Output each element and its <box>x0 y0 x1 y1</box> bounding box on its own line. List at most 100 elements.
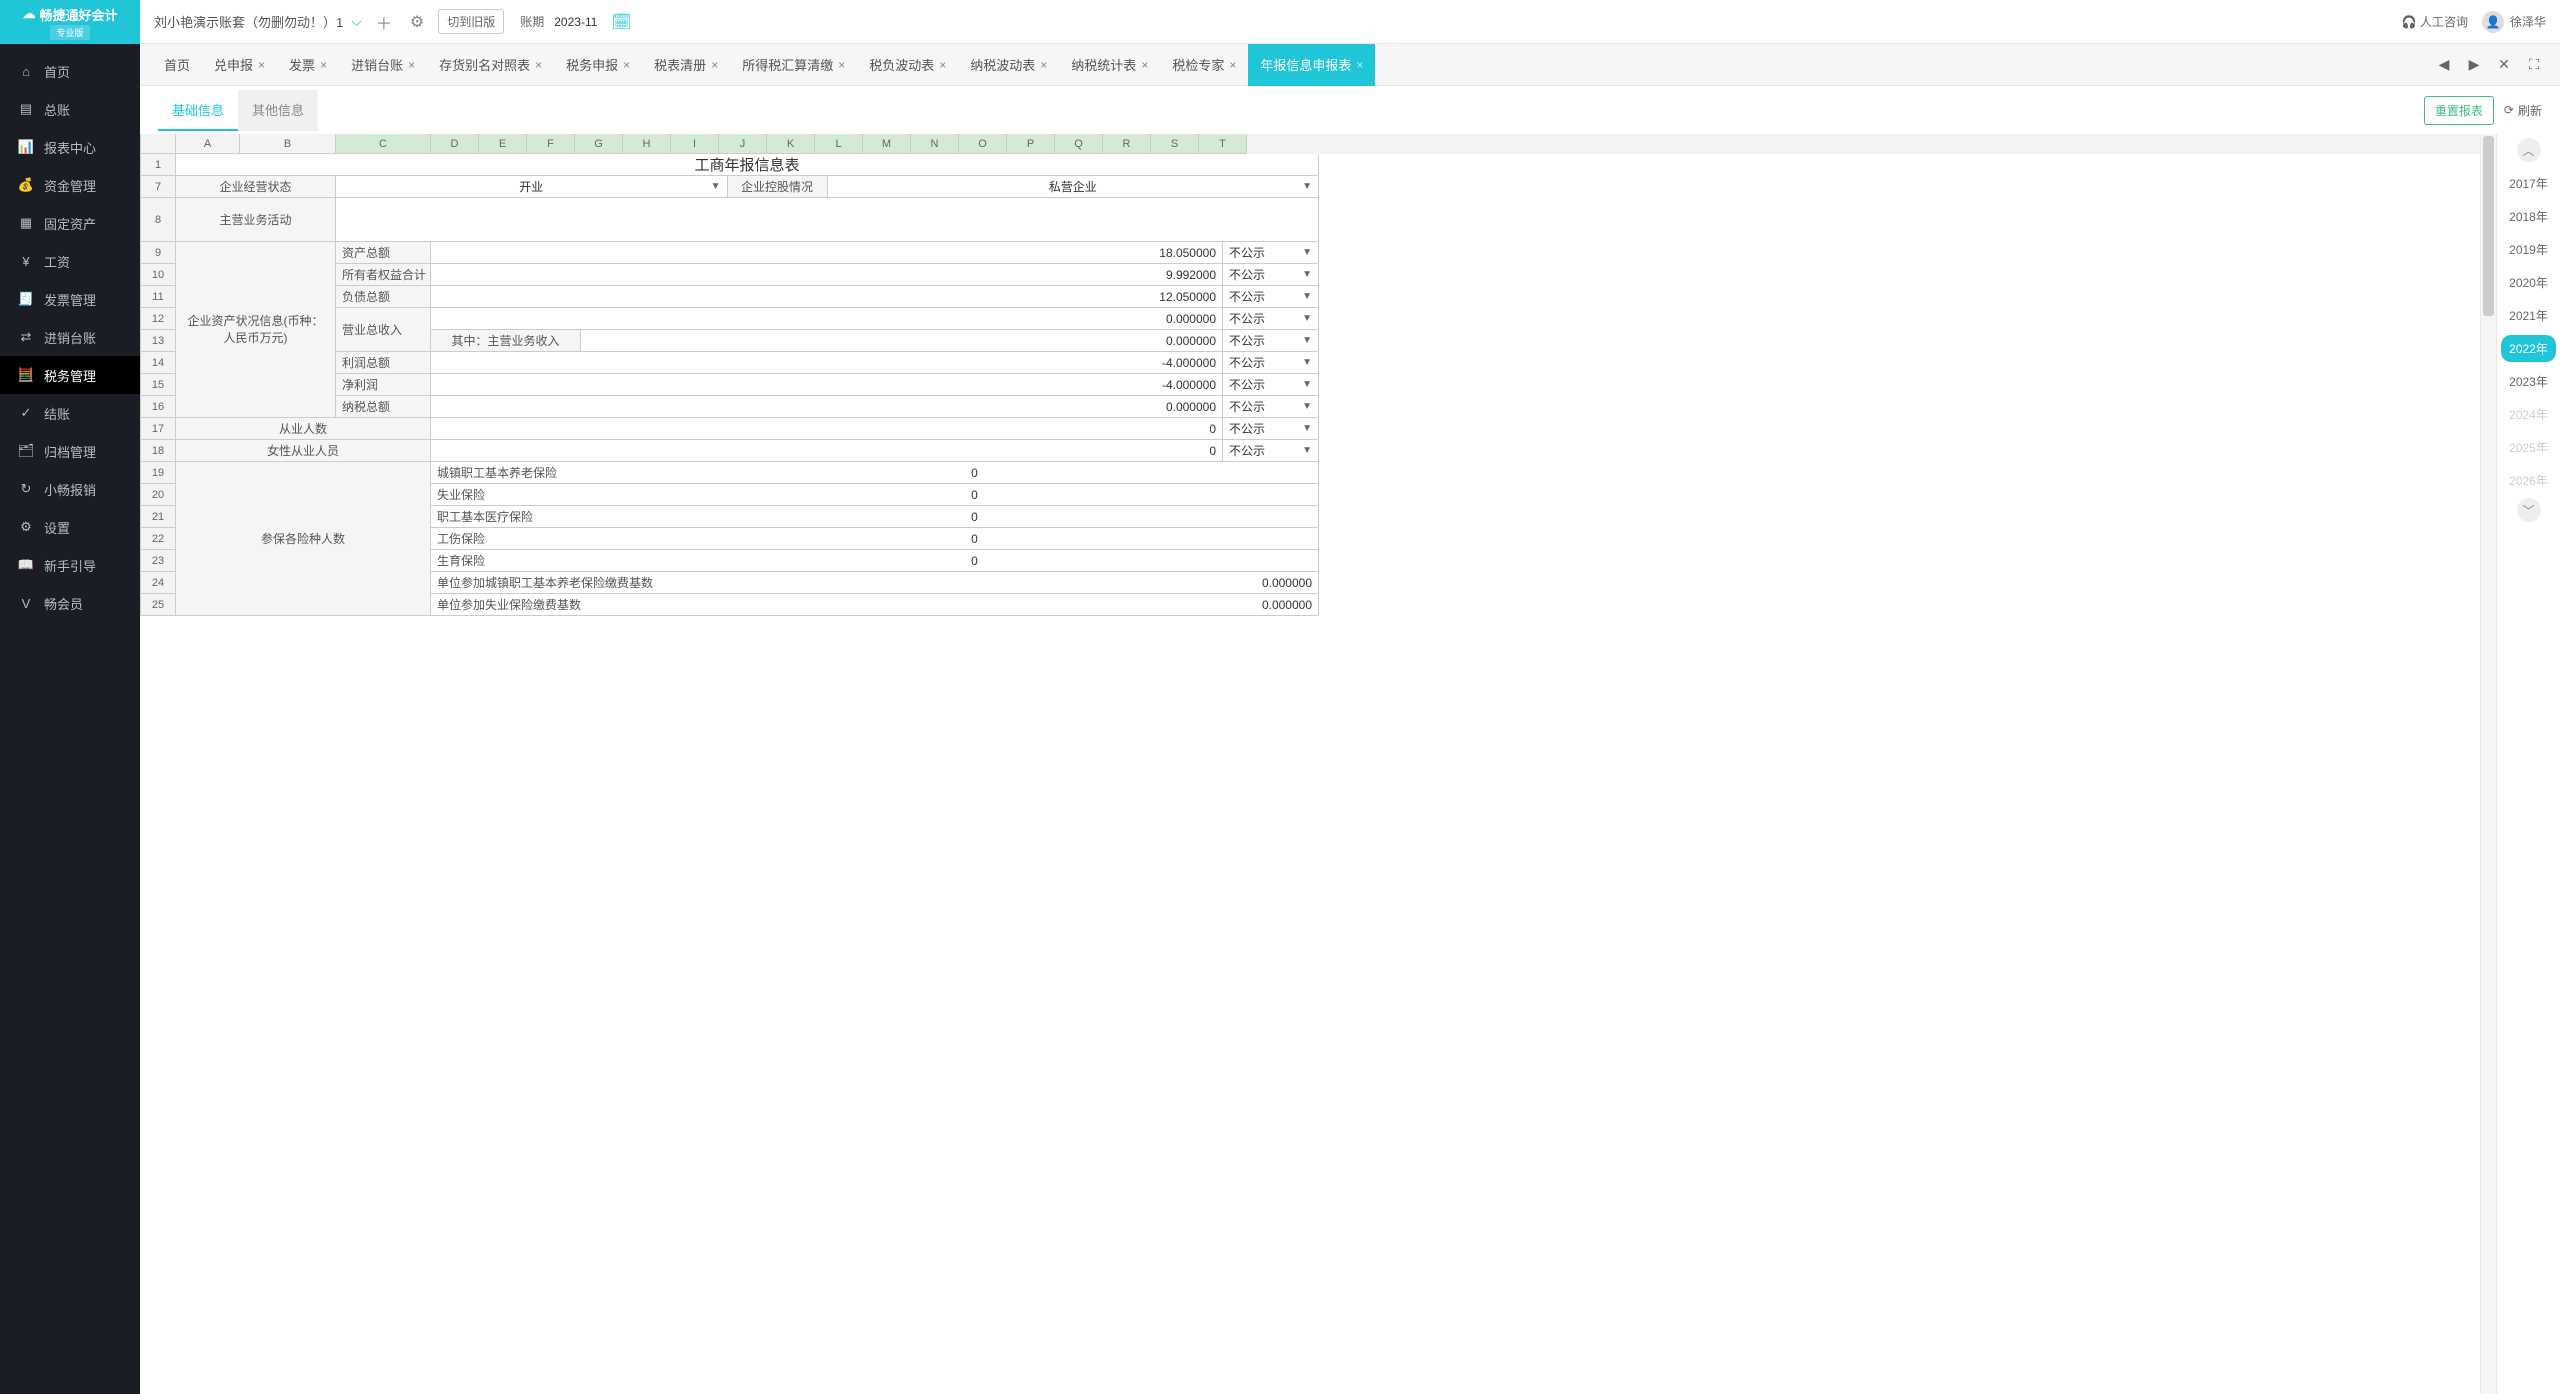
nav-item-vip[interactable]: V畅会员 <box>0 584 140 622</box>
cell-input[interactable]: 0 <box>631 506 1319 528</box>
year-2023年[interactable]: 2023年 <box>2501 368 2556 395</box>
row-header-9[interactable]: 9 <box>140 242 176 264</box>
cell-dropdown[interactable]: 不公示▼ <box>1223 330 1319 352</box>
cell-input[interactable]: 0 <box>431 418 1223 440</box>
cell-dropdown[interactable]: 开业▼ <box>336 176 728 198</box>
select-all-corner[interactable] <box>140 134 176 154</box>
cell-input[interactable]: 9.992000 <box>431 264 1223 286</box>
nav-item-setting[interactable]: ⚙设置 <box>0 508 140 546</box>
row-header-18[interactable]: 18 <box>140 440 176 462</box>
refresh-button[interactable]: ⟳ 刷新 <box>2504 102 2542 119</box>
nav-item-fund[interactable]: 💰资金管理 <box>0 166 140 204</box>
cell-dropdown[interactable]: 不公示▼ <box>1223 396 1319 418</box>
tab-12[interactable]: 年报信息申报表× <box>1248 44 1375 86</box>
cell-dropdown[interactable]: 私营企业▼ <box>828 176 1320 198</box>
tab-7[interactable]: 所得税汇算清缴× <box>730 44 857 86</box>
cell-input[interactable]: 12.050000 <box>431 286 1223 308</box>
close-icon[interactable]: × <box>1229 58 1236 72</box>
period-value[interactable]: 2023-11 <box>554 15 597 29</box>
cell-input[interactable]: -4.000000 <box>431 374 1223 396</box>
cell-dropdown[interactable]: 不公示▼ <box>1223 352 1319 374</box>
col-header-E[interactable]: E <box>479 134 527 154</box>
cell-dropdown[interactable]: 不公示▼ <box>1223 264 1319 286</box>
close-icon[interactable]: × <box>838 58 845 72</box>
subtab-other[interactable]: 其他信息 <box>238 90 318 131</box>
switch-old-button[interactable]: 切到旧版 <box>438 9 504 34</box>
col-header-B[interactable]: B <box>240 134 336 154</box>
cell-dropdown[interactable]: 不公示▼ <box>1223 418 1319 440</box>
cell-input[interactable]: 0 <box>431 440 1223 462</box>
nav-item-tax[interactable]: 🧮税务管理 <box>0 356 140 394</box>
col-header-D[interactable]: D <box>431 134 479 154</box>
cell-input[interactable]: 18.050000 <box>431 242 1223 264</box>
company-selector[interactable]: 刘小艳演示账套（勿删勿动！）1 ⌵ <box>154 12 362 31</box>
tab-prev-button[interactable]: ◀ <box>2430 51 2458 79</box>
col-header-C[interactable]: C <box>336 134 431 154</box>
nav-item-archive[interactable]: 🗂归档管理 <box>0 432 140 470</box>
nav-item-close[interactable]: ✓结账 <box>0 394 140 432</box>
col-header-S[interactable]: S <box>1151 134 1199 154</box>
col-header-F[interactable]: F <box>527 134 575 154</box>
row-header-21[interactable]: 21 <box>140 506 176 528</box>
cell-input[interactable] <box>336 198 1319 242</box>
close-icon[interactable]: × <box>1356 58 1363 72</box>
gear-icon[interactable]: ⚙ <box>406 12 428 32</box>
col-header-R[interactable]: R <box>1103 134 1151 154</box>
row-header-10[interactable]: 10 <box>140 264 176 286</box>
close-icon[interactable]: × <box>1141 58 1148 72</box>
col-header-K[interactable]: K <box>767 134 815 154</box>
tab-4[interactable]: 存货别名对照表× <box>427 44 554 86</box>
spreadsheet[interactable]: ABCDEFGHIJKLMNOPQRST1工商年报信息表7企业经营状态开业▼企业… <box>140 134 2480 1394</box>
col-header-I[interactable]: I <box>671 134 719 154</box>
row-header-22[interactable]: 22 <box>140 528 176 550</box>
row-header-16[interactable]: 16 <box>140 396 176 418</box>
nav-item-home[interactable]: ⌂首页 <box>0 52 140 90</box>
row-header-17[interactable]: 17 <box>140 418 176 440</box>
row-header-23[interactable]: 23 <box>140 550 176 572</box>
cell-input[interactable]: 0 <box>631 462 1319 484</box>
row-header-15[interactable]: 15 <box>140 374 176 396</box>
tab-6[interactable]: 税表清册× <box>642 44 730 86</box>
calendar-icon[interactable]: 🗓 <box>607 12 635 32</box>
close-icon[interactable]: × <box>535 58 542 72</box>
col-header-N[interactable]: N <box>911 134 959 154</box>
col-header-M[interactable]: M <box>863 134 911 154</box>
subtab-basic[interactable]: 基础信息 <box>158 90 238 131</box>
add-icon[interactable]: ＋ <box>372 10 396 34</box>
cell-dropdown[interactable]: 不公示▼ <box>1223 286 1319 308</box>
close-icon[interactable]: × <box>320 58 327 72</box>
close-icon[interactable]: × <box>711 58 718 72</box>
nav-item-invoice[interactable]: 🧾发票管理 <box>0 280 140 318</box>
col-header-J[interactable]: J <box>719 134 767 154</box>
tab-3[interactable]: 进销台账× <box>339 44 427 86</box>
cell-input[interactable]: 0.000000 <box>431 396 1223 418</box>
nav-item-asset[interactable]: ▦固定资产 <box>0 204 140 242</box>
nav-item-guide[interactable]: 📖新手引导 <box>0 546 140 584</box>
close-icon[interactable]: × <box>258 58 265 72</box>
year-down-button[interactable]: ﹀ <box>2517 498 2541 522</box>
row-header-8[interactable]: 8 <box>140 198 176 242</box>
year-2022年[interactable]: 2022年 <box>2501 335 2556 362</box>
col-header-L[interactable]: L <box>815 134 863 154</box>
cell-dropdown[interactable]: 不公示▼ <box>1223 242 1319 264</box>
cell-dropdown[interactable]: 不公示▼ <box>1223 374 1319 396</box>
cell-dropdown[interactable]: 不公示▼ <box>1223 308 1319 330</box>
year-2017年[interactable]: 2017年 <box>2501 170 2556 197</box>
row-header-13[interactable]: 13 <box>140 330 176 352</box>
tab-close-all-button[interactable]: ✕ <box>2490 51 2518 79</box>
fullscreen-icon[interactable]: ⛶ <box>2520 51 2548 79</box>
year-2021年[interactable]: 2021年 <box>2501 302 2556 329</box>
tab-0[interactable]: 首页 <box>152 44 202 86</box>
col-header-A[interactable]: A <box>176 134 240 154</box>
year-2019年[interactable]: 2019年 <box>2501 236 2556 263</box>
cell-input[interactable]: -4.000000 <box>431 352 1223 374</box>
tab-5[interactable]: 税务申报× <box>554 44 642 86</box>
row-header-1[interactable]: 1 <box>140 154 176 176</box>
cell-input[interactable]: 0.000000 <box>431 308 1223 330</box>
cell-input[interactable]: 0.000000 <box>731 594 1319 616</box>
tab-11[interactable]: 税检专家× <box>1160 44 1248 86</box>
col-header-G[interactable]: G <box>575 134 623 154</box>
year-2020年[interactable]: 2020年 <box>2501 269 2556 296</box>
cell-input[interactable]: 0.000000 <box>581 330 1223 352</box>
close-icon[interactable]: × <box>939 58 946 72</box>
